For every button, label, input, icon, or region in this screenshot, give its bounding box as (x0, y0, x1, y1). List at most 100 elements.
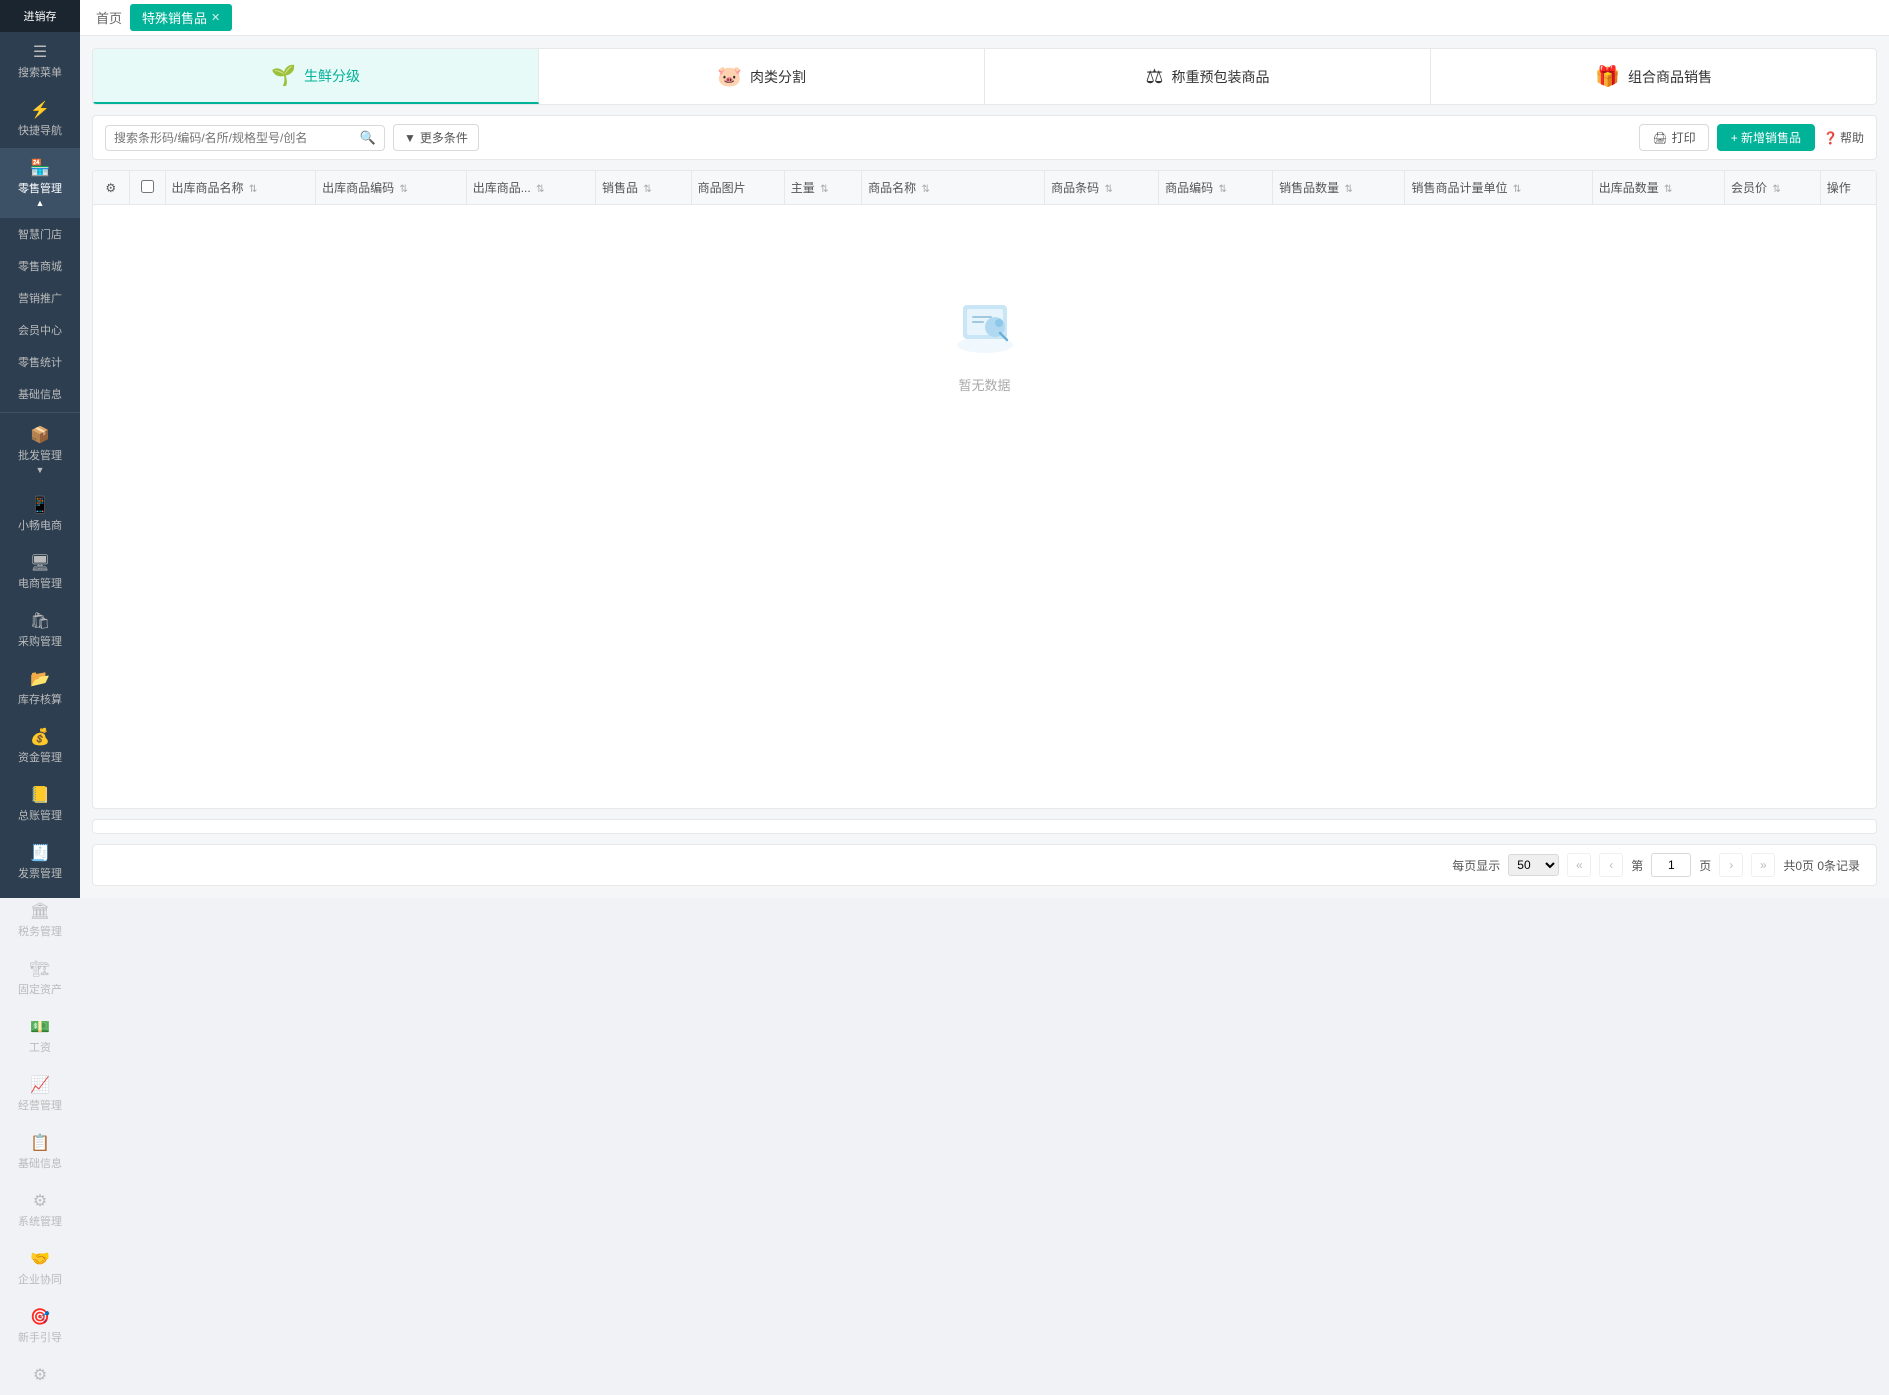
th-item-code: 商品编码 ⇅ (1159, 171, 1273, 205)
sidebar-item-label: 零售商城 (18, 261, 62, 273)
setting-icon[interactable]: ⚙ (105, 181, 116, 195)
sort-icon[interactable]: ⇅ (1513, 184, 1521, 195)
breadcrumb-home[interactable]: 首页 (96, 8, 122, 27)
sidebar-item-retail-mall[interactable]: 零售商城 (0, 250, 80, 282)
ecommerce-icon: 🖥 (30, 553, 50, 573)
sidebar-item-purchase[interactable]: 🛍 采购管理 (0, 601, 80, 659)
quick-nav-icon: ⚡ (30, 100, 50, 120)
filter-icon: ▼ (404, 131, 416, 145)
select-all-checkbox[interactable] (141, 180, 154, 193)
empty-icon (945, 285, 1025, 365)
next-page-button[interactable]: › (1719, 853, 1743, 877)
page-container: 🌱 生鲜分级 🐷 肉类分割 ⚖ 称重预包装商品 🎁 组合商品销售 🔍 (80, 36, 1889, 898)
basic-info2-icon: 📋 (30, 1133, 50, 1153)
sidebar-logo: 进销存 (0, 0, 80, 32)
topbar: 首页 特殊销售品 ✕ (80, 0, 1889, 36)
th-out-qty: 出库品数量 ⇅ (1592, 171, 1724, 205)
help-button[interactable]: ❓ 帮助 (1823, 129, 1864, 146)
finance-icon: 💰 (30, 727, 50, 747)
sidebar-item-basic-info2[interactable]: 📋 基础信息 (0, 1123, 80, 1181)
filter-button[interactable]: ▼ 更多条件 (393, 124, 479, 151)
active-tab[interactable]: 特殊销售品 ✕ (130, 4, 232, 31)
sidebar-item-marketing[interactable]: 营销推广 (0, 282, 80, 314)
tab-label: 称重预包装商品 (1171, 67, 1269, 87)
sidebar-item-smart-store[interactable]: 智慧门店 (0, 218, 80, 250)
tab-label: 生鲜分级 (304, 66, 360, 86)
new-button[interactable]: + 新增销售品 (1717, 124, 1815, 151)
tab-label: 肉类分割 (750, 67, 806, 87)
sidebar-item-tax[interactable]: 🏛 税务管理 (0, 891, 80, 949)
newbie-icon: 🎯 (30, 1307, 50, 1327)
sidebar-item-wholesale[interactable]: 📦 批发管理 ▼ (0, 415, 80, 485)
th-out-code: 出库商品编码 ⇅ (316, 171, 467, 205)
sidebar-item-finance[interactable]: 💰 资金管理 (0, 717, 80, 775)
first-page-button[interactable]: « (1567, 853, 1591, 877)
enterprise-icon: 🤝 (30, 1249, 50, 1269)
print-icon: 🖨 (1652, 131, 1667, 145)
sort-icon[interactable]: ⇅ (922, 184, 930, 195)
sort-icon[interactable]: ⇅ (1345, 184, 1353, 195)
sort-icon[interactable]: ⇅ (1219, 184, 1227, 195)
empty-text: 暂无数据 (958, 375, 1010, 394)
sort-icon[interactable]: ⇅ (643, 184, 651, 195)
sort-icon[interactable]: ⇅ (536, 184, 544, 195)
per-page-label: 每页显示 (1452, 857, 1500, 874)
chevron-down-icon: ▼ (36, 465, 45, 475)
page-input[interactable] (1651, 853, 1691, 877)
print-label: 打印 (1672, 129, 1696, 146)
sort-icon[interactable]: ⇅ (249, 184, 257, 195)
ledger-icon: 📒 (30, 785, 50, 805)
sort-icon[interactable]: ⇅ (820, 184, 828, 195)
mini-program-icon: 📱 (30, 495, 50, 515)
sidebar-item-label: 基础信息 (18, 389, 62, 401)
sidebar-item-quick-nav[interactable]: ⚡ 快捷导航 (0, 90, 80, 148)
sidebar-item-enterprise[interactable]: 🤝 企业协同 (0, 1239, 80, 1297)
sidebar-item-business-mgmt[interactable]: 📈 经营管理 (0, 1065, 80, 1123)
horizontal-scrollbar[interactable] (92, 819, 1877, 834)
tab-fresh-grade[interactable]: 🌱 生鲜分级 (93, 49, 539, 104)
sidebar-item-label: 小畅电商 (18, 517, 62, 533)
tab-label: 组合商品销售 (1628, 67, 1712, 87)
sort-icon[interactable]: ⇅ (399, 184, 407, 195)
sidebar-item-member-center[interactable]: 会员中心 (0, 314, 80, 346)
sort-icon[interactable]: ⇅ (1105, 184, 1113, 195)
sidebar-item-retail-mgmt[interactable]: 🏪 零售管理 ▲ (0, 148, 80, 218)
invoice-icon: 🧾 (30, 843, 50, 863)
search-input[interactable] (114, 131, 356, 145)
tab-combo-sale[interactable]: 🎁 组合商品销售 (1431, 49, 1876, 104)
search-box[interactable]: 🔍 (105, 125, 385, 151)
tab-meat-cut[interactable]: 🐷 肉类分割 (539, 49, 985, 104)
settings-button[interactable]: ⚙ (0, 1355, 80, 1395)
search-icon[interactable]: 🔍 (360, 130, 376, 146)
sidebar-item-label: 固定资产 (18, 981, 62, 997)
sidebar-item-label: 批发管理 (18, 447, 62, 463)
sidebar-item-basic-info[interactable]: 基础信息 (0, 378, 80, 410)
sidebar-item-invoice[interactable]: 🧾 发票管理 (0, 833, 80, 891)
tab-weigh-pack[interactable]: ⚖ 称重预包装商品 (985, 49, 1431, 104)
per-page-select[interactable]: 50 20 100 (1508, 854, 1559, 876)
close-tab-icon[interactable]: ✕ (211, 11, 220, 24)
sidebar-item-mini-program[interactable]: 📱 小畅电商 (0, 485, 80, 543)
sidebar-item-inventory[interactable]: 📂 库存核算 (0, 659, 80, 717)
sidebar-item-salary[interactable]: 💵 工资 (0, 1007, 80, 1065)
sidebar-item-ledger[interactable]: 📒 总账管理 (0, 775, 80, 833)
search-menu-icon: ☰ (33, 42, 47, 62)
sidebar-item-label: 零售统计 (18, 357, 62, 369)
sort-icon[interactable]: ⇅ (1772, 184, 1780, 195)
salary-icon: 💵 (30, 1017, 50, 1037)
sidebar-item-retail-stats[interactable]: 零售统计 (0, 346, 80, 378)
last-page-button[interactable]: » (1751, 853, 1775, 877)
prev-page-button[interactable]: ‹ (1599, 853, 1623, 877)
th-setting[interactable]: ⚙ (93, 171, 129, 205)
th-checkbox[interactable] (129, 171, 165, 205)
sidebar-item-newbie[interactable]: 🎯 新手引导 (0, 1297, 80, 1355)
print-button[interactable]: 🖨 打印 (1639, 124, 1708, 151)
sort-icon[interactable]: ⇅ (1664, 184, 1672, 195)
sidebar-item-search-menu[interactable]: ☰ 搜索菜单 (0, 32, 80, 90)
wholesale-icon: 📦 (30, 425, 50, 445)
sidebar-item-ecommerce[interactable]: 🖥 电商管理 (0, 543, 80, 601)
sidebar-item-fixed-assets[interactable]: 🏗 固定资产 (0, 949, 80, 1007)
meat-cut-icon: 🐷 (717, 64, 742, 89)
sidebar-item-system[interactable]: ⚙ 系统管理 (0, 1181, 80, 1239)
toolbar-left: 🔍 ▼ 更多条件 (105, 124, 479, 151)
